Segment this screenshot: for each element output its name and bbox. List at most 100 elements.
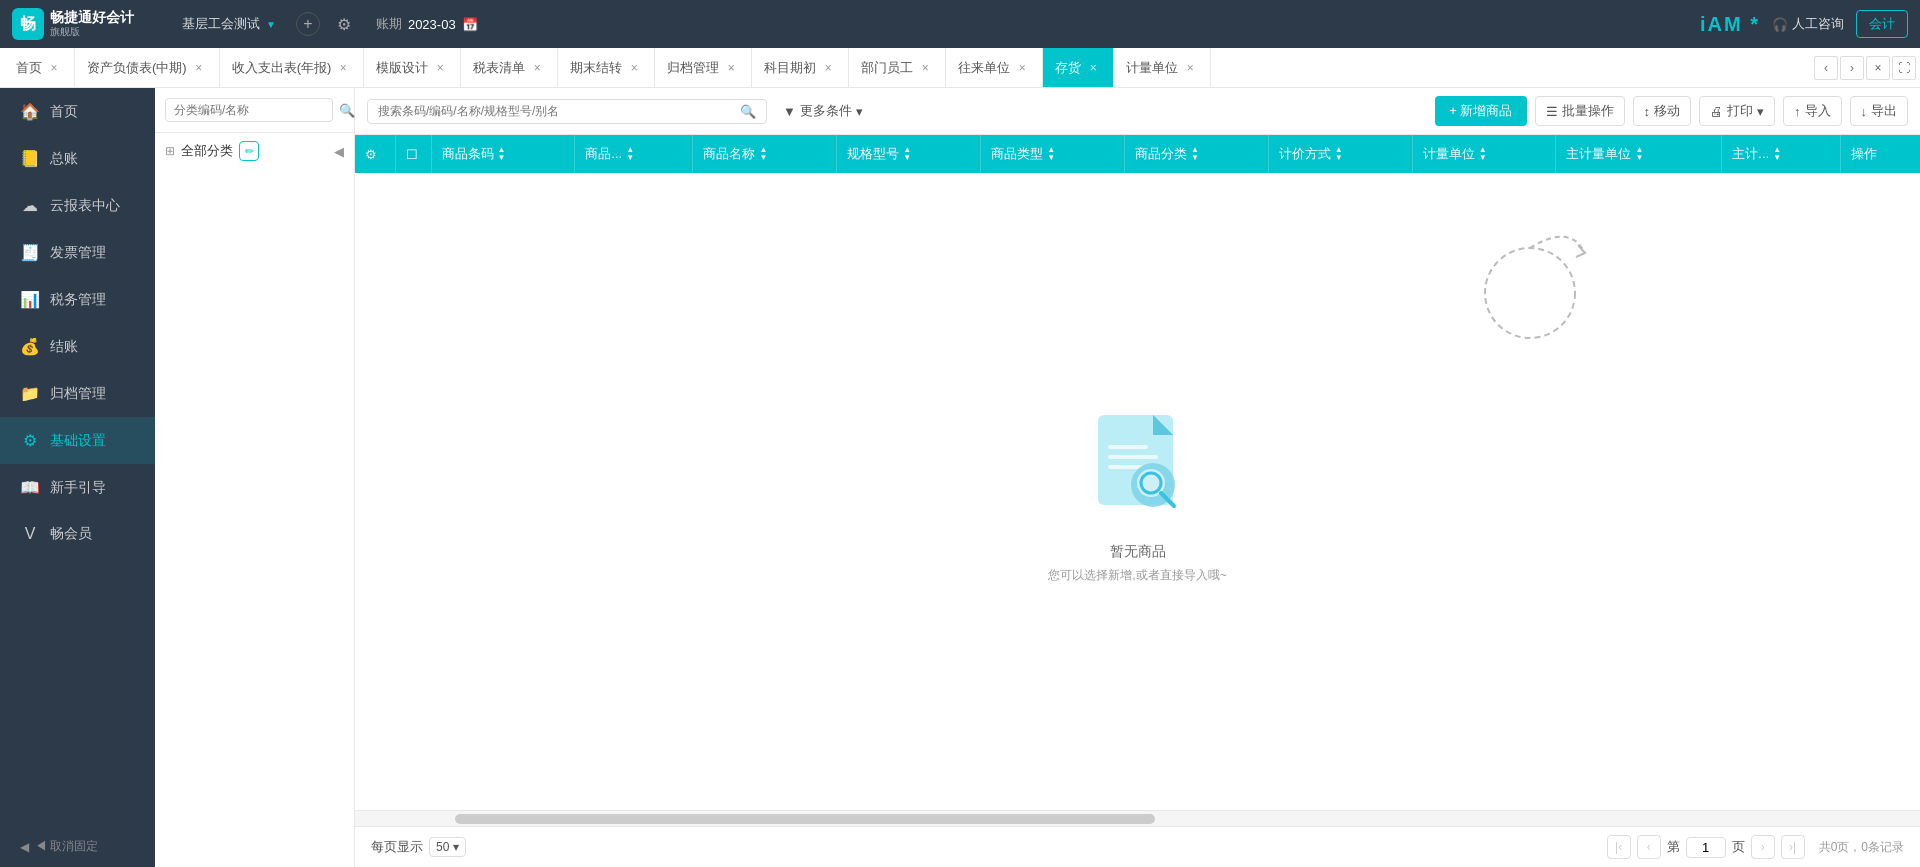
sort-name-icon[interactable]: ▲▼ — [759, 146, 767, 162]
tab-tax-list[interactable]: 税表清单 × — [461, 48, 558, 88]
tab-archive-close[interactable]: × — [723, 60, 739, 76]
category-search-icon[interactable]: 🔍 — [339, 103, 355, 118]
sidebar-item-archive[interactable]: 📁 归档管理 — [0, 370, 155, 417]
sidebar-item-beginner-guide[interactable]: 📖 新手引导 — [0, 464, 155, 511]
add-tab-button[interactable]: + — [296, 12, 320, 36]
tab-template-design[interactable]: 模版设计 × — [364, 48, 461, 88]
th-pricing[interactable]: 计价方式 ▲▼ — [1268, 135, 1412, 173]
sidebar: 🏠 首页 📒 总账 ☁ 云报表中心 🧾 发票管理 📊 税务管理 💰 结账 📁 归… — [0, 88, 155, 867]
sort-barcode-icon[interactable]: ▲▼ — [498, 146, 506, 162]
th-spec[interactable]: 规格型号 ▲▼ — [837, 135, 981, 173]
sidebar-cloud-report-label: 云报表中心 — [50, 197, 120, 215]
tab-close-all-button[interactable]: × — [1866, 56, 1890, 80]
sort-pricing-icon[interactable]: ▲▼ — [1335, 146, 1343, 162]
page-number-input[interactable] — [1686, 837, 1726, 858]
th-checkbox[interactable]: ☐ — [395, 135, 431, 173]
tab-tax-list-close[interactable]: × — [529, 60, 545, 76]
th-type[interactable]: 商品类型 ▲▼ — [981, 135, 1125, 173]
account-button[interactable]: 会计 — [1856, 10, 1908, 38]
company-selector[interactable]: 基层工会测试 ▼ — [174, 11, 284, 37]
tab-period-transfer[interactable]: 期末结转 × — [558, 48, 655, 88]
svg-rect-4 — [1108, 465, 1143, 469]
sidebar-item-invoice[interactable]: 🧾 发票管理 — [0, 229, 155, 276]
product-search-input[interactable] — [378, 104, 734, 118]
sort-code-icon[interactable]: ▲▼ — [626, 146, 634, 162]
category-search-input[interactable] — [165, 98, 333, 122]
th-name[interactable]: 商品名称 ▲▼ — [693, 135, 837, 173]
tab-archive[interactable]: 归档管理 × — [655, 48, 752, 88]
tab-contacts[interactable]: 往来单位 × — [946, 48, 1043, 88]
calendar-icon[interactable]: 📅 — [462, 17, 478, 32]
sidebar-item-basic-settings[interactable]: ⚙ 基础设置 — [0, 417, 155, 464]
sidebar-tax-label: 税务管理 — [50, 291, 106, 309]
tab-contacts-close[interactable]: × — [1014, 60, 1030, 76]
sidebar-item-tax[interactable]: 📊 税务管理 — [0, 276, 155, 323]
add-product-button[interactable]: + 新增商品 — [1435, 96, 1526, 126]
th-category[interactable]: 商品分类 ▲▼ — [1124, 135, 1268, 173]
sidebar-item-home[interactable]: 🏠 首页 — [0, 88, 155, 135]
sidebar-item-cloud-report[interactable]: ☁ 云报表中心 — [0, 182, 155, 229]
tab-home[interactable]: 首页 × — [4, 48, 75, 88]
horizontal-scrollbar[interactable] — [355, 810, 1920, 826]
tab-prev-button[interactable]: ‹ — [1814, 56, 1838, 80]
th-main-unit[interactable]: 主计量单位 ▲▼ — [1556, 135, 1722, 173]
help-button[interactable]: 🎧 人工咨询 — [1772, 15, 1844, 33]
tab-period-transfer-close[interactable]: × — [626, 60, 642, 76]
filter-label: 更多条件 — [800, 102, 852, 120]
empty-description: 您可以选择新增,或者直接导入哦~ — [1048, 567, 1226, 584]
sidebar-item-ledger[interactable]: 📒 总账 — [0, 135, 155, 182]
th-barcode[interactable]: 商品条码 ▲▼ — [431, 135, 575, 173]
sort-spec-icon[interactable]: ▲▼ — [903, 146, 911, 162]
sort-unit-icon[interactable]: ▲▼ — [1479, 146, 1487, 162]
sort-type-icon[interactable]: ▲▼ — [1047, 146, 1055, 162]
tab-template-design-close[interactable]: × — [432, 60, 448, 76]
category-edit-button[interactable]: ✏ — [239, 141, 259, 161]
sort-main-unit2-icon[interactable]: ▲▼ — [1773, 146, 1781, 162]
tab-subject-init-close[interactable]: × — [820, 60, 836, 76]
sort-category-icon[interactable]: ▲▼ — [1191, 146, 1199, 162]
last-page-button[interactable]: ›| — [1781, 835, 1805, 859]
move-button[interactable]: ↕ 移动 — [1633, 96, 1692, 126]
tab-unit-close[interactable]: × — [1182, 60, 1198, 76]
tab-balance-sheet-close[interactable]: × — [191, 60, 207, 76]
tab-maximize-button[interactable]: ⛶ — [1892, 56, 1916, 80]
unpin-icon: ◀ — [20, 840, 29, 854]
first-page-button[interactable]: |‹ — [1607, 835, 1631, 859]
th-settings[interactable]: ⚙ — [355, 135, 395, 173]
print-button[interactable]: 🖨 打印 ▾ — [1699, 96, 1775, 126]
tab-dept-employee-close[interactable]: × — [917, 60, 933, 76]
tax-icon: 📊 — [20, 290, 40, 309]
scroll-thumb[interactable] — [455, 814, 1155, 824]
sidebar-unpin-button[interactable]: ◀ ◀ 取消固定 — [0, 826, 155, 867]
import-button[interactable]: ↑ 导入 — [1783, 96, 1842, 126]
filter-button[interactable]: ▼ 更多条件 ▾ — [775, 98, 871, 124]
th-main-unit2[interactable]: 主计... ▲▼ — [1722, 135, 1840, 173]
tab-inventory[interactable]: 存货 × — [1043, 48, 1114, 88]
next-page-button[interactable]: › — [1751, 835, 1775, 859]
tab-unit[interactable]: 计量单位 × — [1114, 48, 1211, 88]
batch-operation-button[interactable]: ☰ 批量操作 — [1535, 96, 1625, 126]
tab-income-statement-close[interactable]: × — [335, 60, 351, 76]
th-code[interactable]: 商品... ▲▼ — [575, 135, 693, 173]
tab-home-close[interactable]: × — [46, 60, 62, 76]
sidebar-item-settlement[interactable]: 💰 结账 — [0, 323, 155, 370]
sort-main-unit-icon[interactable]: ▲▼ — [1635, 146, 1643, 162]
tab-balance-sheet[interactable]: 资产负债表(中期) × — [75, 48, 220, 88]
category-collapse-button[interactable]: ◀ — [334, 144, 344, 159]
tab-inventory-close[interactable]: × — [1085, 60, 1101, 76]
export-button[interactable]: ↓ 导出 — [1850, 96, 1909, 126]
sidebar-item-member[interactable]: V 畅会员 — [0, 511, 155, 557]
product-search-icon[interactable]: 🔍 — [740, 104, 756, 119]
svg-rect-2 — [1108, 445, 1148, 449]
header-right: iAM * 🎧 人工咨询 会计 — [1700, 10, 1908, 38]
per-page-select[interactable]: 50 ▾ — [429, 837, 466, 857]
table-checkbox-icon: ☐ — [406, 147, 418, 162]
tab-income-statement[interactable]: 收入支出表(年报) × — [220, 48, 365, 88]
tab-subject-init[interactable]: 科目期初 × — [752, 48, 849, 88]
logo-icon: 畅 — [12, 8, 44, 40]
tab-dept-employee[interactable]: 部门员工 × — [849, 48, 946, 88]
prev-page-button[interactable]: ‹ — [1637, 835, 1661, 859]
settings-button[interactable]: ⚙ — [332, 12, 356, 36]
tab-next-button[interactable]: › — [1840, 56, 1864, 80]
th-unit[interactable]: 计量单位 ▲▼ — [1412, 135, 1556, 173]
